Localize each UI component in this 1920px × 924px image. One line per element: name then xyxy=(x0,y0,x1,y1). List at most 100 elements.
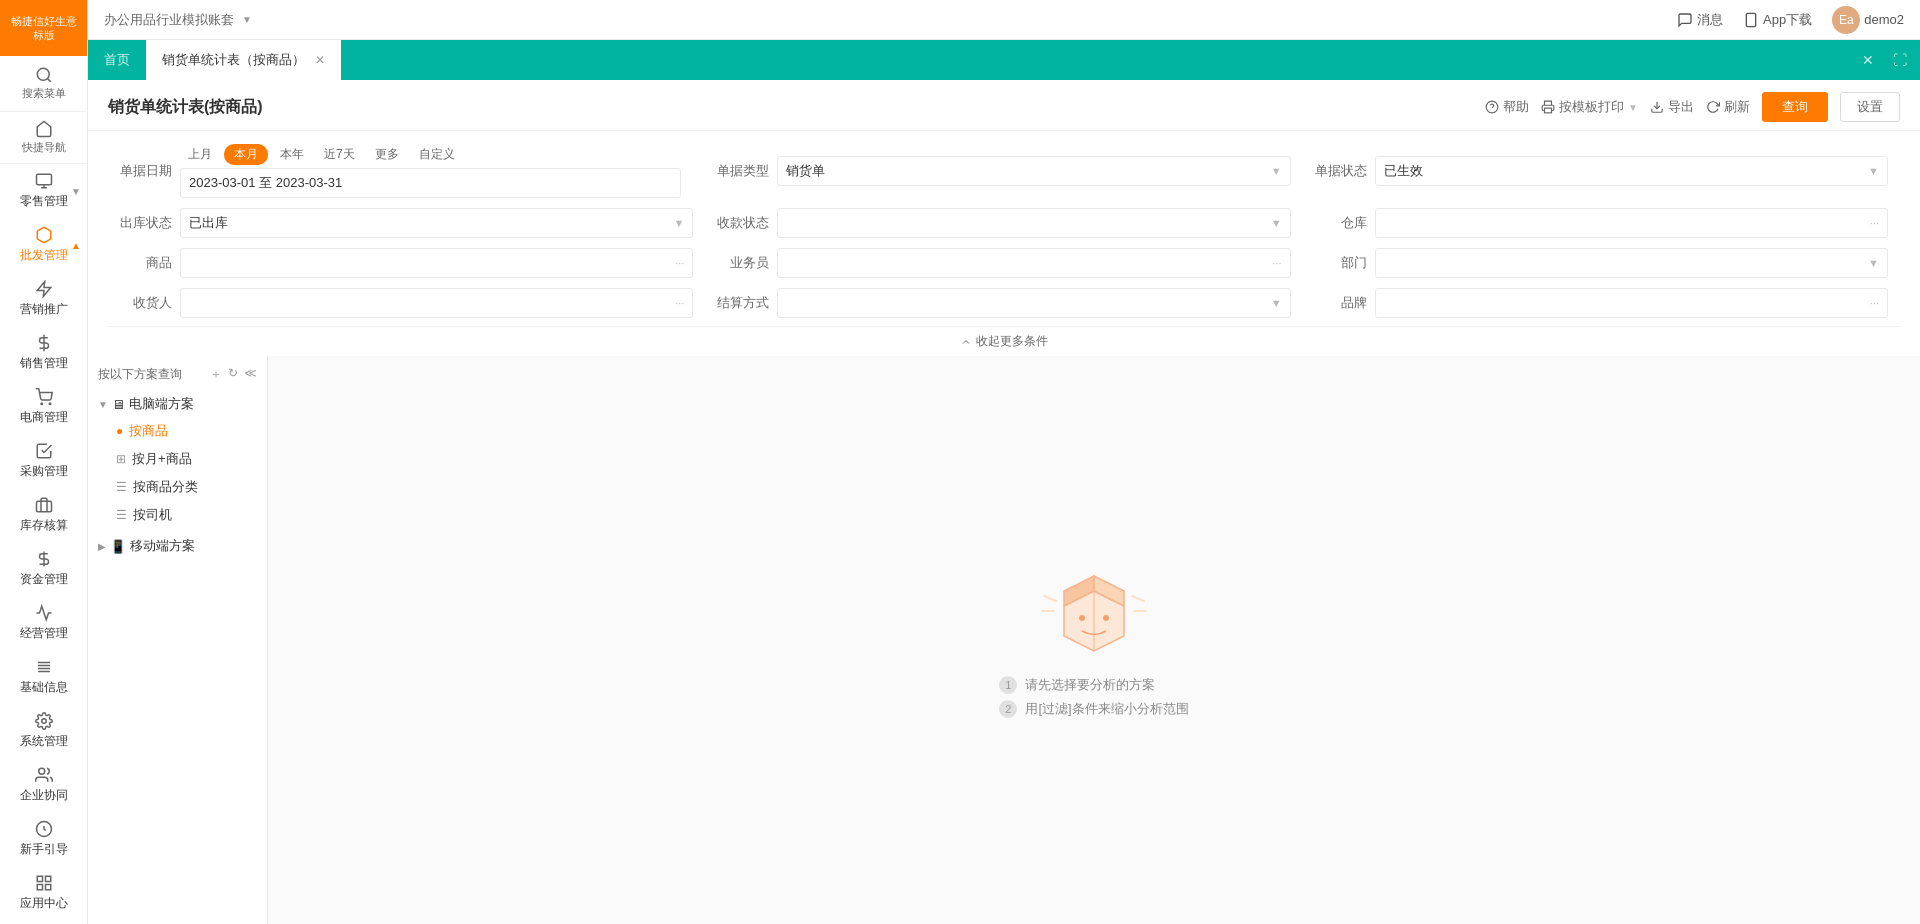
mobile-expand-arrow: ▶ xyxy=(98,541,106,552)
date-range-value: 2023-03-01 至 2023-03-31 xyxy=(189,174,672,192)
tab-stats-close[interactable]: ✕ xyxy=(315,53,325,67)
svg-point-11 xyxy=(38,768,44,774)
sidebar-item-wholesale[interactable]: 批发管理 ▲ xyxy=(0,218,87,272)
empty-illustration xyxy=(1034,556,1154,656)
settlement-input[interactable]: ▼ xyxy=(777,288,1290,318)
salesman-label: 业务员 xyxy=(705,254,777,272)
desktop-expand-arrow: ▼ xyxy=(98,399,108,410)
scheme-item-by-category[interactable]: ☰ 按商品分类 xyxy=(88,473,267,501)
scheme-item-by-month-goods[interactable]: ⊞ 按月+商品 xyxy=(88,445,267,473)
industry-dropdown-arrow[interactable]: ▼ xyxy=(242,14,252,25)
date-tab-custom[interactable]: 自定义 xyxy=(411,143,463,166)
outstatus-input[interactable]: 已出库 ▼ xyxy=(180,208,693,238)
sidebar-sales-label: 销售管理 xyxy=(20,355,68,372)
mobile-icon: 📱 xyxy=(110,539,126,554)
salesman-input[interactable]: ··· xyxy=(777,248,1290,278)
date-tab-lastmonth[interactable]: 上月 xyxy=(180,143,220,166)
svg-line-31 xyxy=(1132,596,1144,601)
sidebar-item-finance[interactable]: 资金管理 xyxy=(0,542,87,596)
help-action[interactable]: 帮助 xyxy=(1485,98,1529,116)
app-download-item[interactable]: App下载 xyxy=(1743,11,1812,29)
brand-input[interactable]: ··· xyxy=(1375,288,1888,318)
sidebar-item-basic[interactable]: 基础信息 xyxy=(0,650,87,704)
sidebar: 畅捷信好生意 标版 搜索菜单 快捷导航 零售管理 ▼ 批发管理 ▲ 营销推广 xyxy=(0,0,88,924)
tab-maximize-btn[interactable]: ⛶ xyxy=(1888,48,1912,72)
refresh-scheme-icon[interactable]: ↻ xyxy=(228,366,238,383)
export-label: 导出 xyxy=(1668,98,1694,116)
sidebar-item-appstore[interactable]: 应用中心 xyxy=(0,866,87,920)
search-menu-item[interactable]: 搜索菜单 xyxy=(0,56,87,112)
svg-point-27 xyxy=(1079,615,1085,621)
brand-dots-icon: ··· xyxy=(1870,297,1879,309)
export-action[interactable]: 导出 xyxy=(1650,98,1694,116)
empty-step1: 1 请先选择要分析的方案 xyxy=(999,676,1188,694)
by-driver-label: 按司机 xyxy=(133,506,172,524)
sidebar-marketing-label: 营销推广 xyxy=(20,301,68,318)
date-tab-7days[interactable]: 近7天 xyxy=(316,143,363,166)
sidebar-appstore-label: 应用中心 xyxy=(20,895,68,912)
sidebar-item-enterprise[interactable]: 企业协同 xyxy=(0,758,87,812)
sidebar-item-marketing[interactable]: 营销推广 xyxy=(0,272,87,326)
sidebar-item-ecommerce[interactable]: 电商管理 xyxy=(0,380,87,434)
goods-input[interactable]: ··· xyxy=(180,248,693,278)
collapse-scheme-icon[interactable]: ≪ xyxy=(244,366,257,383)
doctype-input[interactable]: 销货单 ▼ xyxy=(777,156,1290,186)
scheme-item-by-driver[interactable]: ☰ 按司机 xyxy=(88,501,267,529)
sidebar-wholesale-arrow: ▲ xyxy=(71,240,81,251)
receiver-dots-icon: ··· xyxy=(675,297,684,309)
by-driver-icon: ☰ xyxy=(116,508,127,522)
tabbar: 首页 销货单统计表（按商品） ✕ ✕ ⛶ xyxy=(88,40,1920,80)
message-item[interactable]: 消息 xyxy=(1677,11,1723,29)
username: demo2 xyxy=(1864,12,1904,27)
industry-name: 办公用品行业模拟账套 xyxy=(104,11,234,29)
by-goods-label: 按商品 xyxy=(129,422,168,440)
desktop-scheme-title[interactable]: ▼ 🖥 电脑端方案 xyxy=(88,391,267,417)
date-tab-thisyear[interactable]: 本年 xyxy=(272,143,312,166)
sidebar-item-retail[interactable]: 零售管理 ▼ xyxy=(0,164,87,218)
svg-rect-16 xyxy=(45,885,50,890)
sidebar-item-newuser[interactable]: 新手引导 xyxy=(0,812,87,866)
settlement-label: 结算方式 xyxy=(705,294,777,312)
help-label: 帮助 xyxy=(1503,98,1529,116)
mobile-scheme-label: 移动端方案 xyxy=(130,537,195,555)
by-category-label: 按商品分类 xyxy=(133,478,198,496)
collapse-bar[interactable]: 收起更多条件 xyxy=(108,326,1900,356)
sidebar-retail-label: 零售管理 xyxy=(20,193,68,210)
collapse-label: 收起更多条件 xyxy=(976,333,1048,350)
print-action[interactable]: 按模板打印 ▼ xyxy=(1541,98,1638,116)
sidebar-item-sales[interactable]: 销售管理 xyxy=(0,326,87,380)
date-range-input[interactable]: 2023-03-01 至 2023-03-31 xyxy=(180,168,681,198)
settings-button[interactable]: 设置 xyxy=(1840,92,1900,122)
refresh-action[interactable]: 刷新 xyxy=(1706,98,1750,116)
user-avatar-item[interactable]: Ea demo2 xyxy=(1832,6,1904,34)
goods-filter-cell: 商品 ··· xyxy=(108,248,705,278)
date-tab-more[interactable]: 更多 xyxy=(367,143,407,166)
docstatus-input[interactable]: 已生效 ▼ xyxy=(1375,156,1888,186)
desktop-scheme-section: ▼ 🖥 电脑端方案 ● 按商品 ⊞ 按月+商品 ☰ 按商品分类 xyxy=(88,391,267,529)
mobile-scheme-title[interactable]: ▶ 📱 移动端方案 xyxy=(88,533,267,559)
tab-close-btn[interactable]: ✕ xyxy=(1856,48,1880,72)
svg-point-28 xyxy=(1103,615,1109,621)
sidebar-item-wechat[interactable]: 企业微信 xyxy=(0,920,87,924)
quick-nav-item[interactable]: 快捷导航 xyxy=(0,112,87,164)
print-arrow[interactable]: ▼ xyxy=(1628,102,1638,113)
tab-home[interactable]: 首页 xyxy=(88,40,146,80)
receiver-input[interactable]: ··· xyxy=(180,288,693,318)
date-filter-cell: 单据日期 上月 本月 本年 近7天 更多 自定义 2023-03-01 至 20… xyxy=(108,143,705,198)
filter-panel: 单据日期 上月 本月 本年 近7天 更多 自定义 2023-03-01 至 20… xyxy=(88,131,1920,356)
scheme-item-by-goods[interactable]: ● 按商品 xyxy=(88,417,267,445)
by-goods-icon: ● xyxy=(116,424,123,438)
paystatus-input[interactable]: ▼ xyxy=(777,208,1290,238)
query-button[interactable]: 查询 xyxy=(1762,92,1828,122)
topbar: 办公用品行业模拟账套 ▼ 消息 App下载 Ea demo2 xyxy=(88,0,1920,40)
dept-input[interactable]: ▼ xyxy=(1375,248,1888,278)
add-scheme-icon[interactable]: ＋ xyxy=(210,366,222,383)
sidebar-item-operation[interactable]: 经营管理 xyxy=(0,596,87,650)
warehouse-input[interactable]: ··· xyxy=(1375,208,1888,238)
sidebar-item-inventory[interactable]: 库存核算 xyxy=(0,488,87,542)
date-tab-thismonth[interactable]: 本月 xyxy=(224,144,268,165)
tab-stats[interactable]: 销货单统计表（按商品） ✕ xyxy=(146,40,341,80)
sidebar-item-system[interactable]: 系统管理 xyxy=(0,704,87,758)
message-label: 消息 xyxy=(1697,11,1723,29)
sidebar-item-purchase[interactable]: 采购管理 xyxy=(0,434,87,488)
